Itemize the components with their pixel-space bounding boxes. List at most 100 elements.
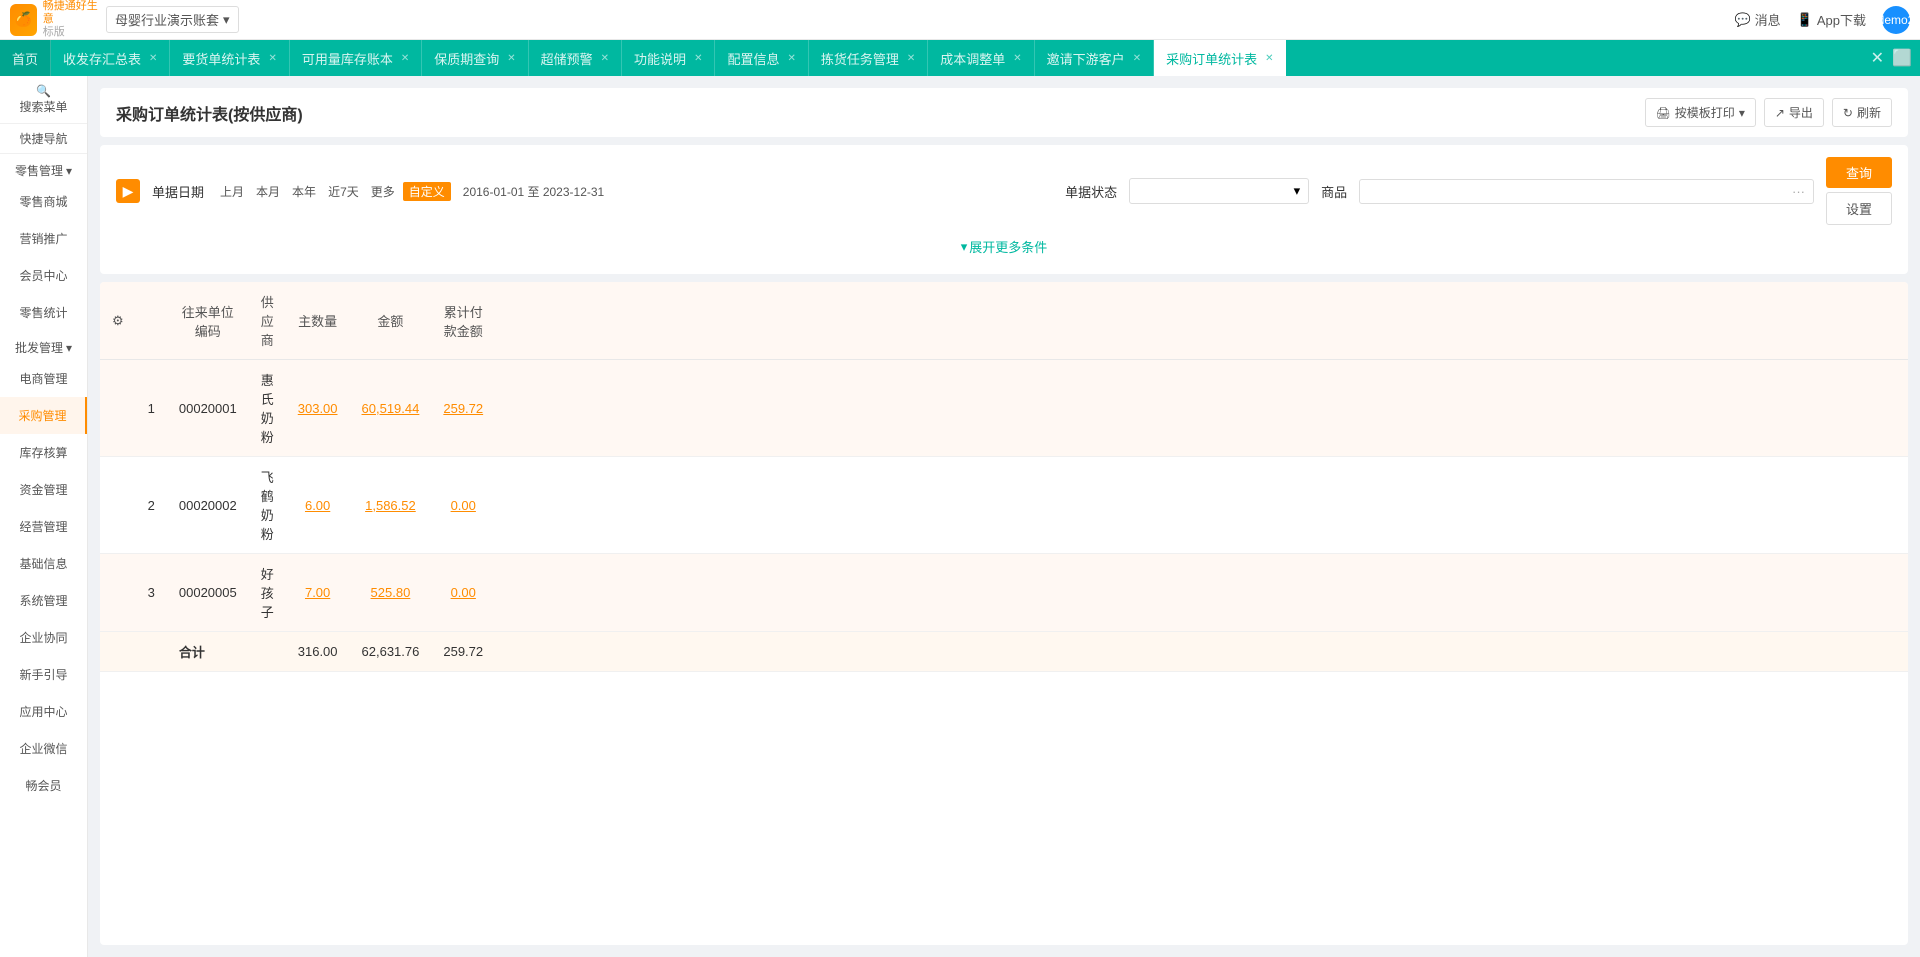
cumulative-paid: 0.00 — [431, 554, 495, 632]
tab-config-info[interactable]: 配置信息 ✕ — [715, 40, 808, 76]
sidebar-item-member-vip[interactable]: 畅会员 — [0, 767, 87, 804]
status-filter-select[interactable]: ▾ — [1129, 178, 1309, 204]
avatar[interactable]: demo2 — [1882, 6, 1910, 34]
row-num: 3 — [136, 554, 167, 632]
tab-receive-summary[interactable]: 收发存汇总表 ✕ — [51, 40, 170, 76]
col-settings: ⚙ — [100, 282, 136, 360]
sidebar-item-quick-nav[interactable]: 快捷导航 — [0, 124, 87, 154]
close-icon[interactable]: ✕ — [601, 53, 609, 64]
close-icon[interactable]: ✕ — [694, 53, 702, 64]
tab-invite-downstream[interactable]: 邀请下游客户 ✕ — [1035, 40, 1154, 76]
close-icon[interactable]: ✕ — [401, 53, 409, 64]
tab-warranty[interactable]: 保质期查询 ✕ — [422, 40, 528, 76]
table-body: 1 00020001 惠氏奶粉 303.00 60,519.44 259.72 — [100, 360, 1908, 632]
download-icon: 📱 — [1797, 12, 1813, 28]
sidebar-item-marketing[interactable]: 营销推广 — [0, 220, 87, 257]
close-icon[interactable]: ✕ — [507, 53, 515, 64]
table-row: 3 00020005 好孩子 7.00 525.80 0.00 — [100, 554, 1908, 632]
goods-filter-input[interactable]: ··· — [1359, 179, 1814, 204]
main-qty: 7.00 — [286, 554, 350, 632]
refresh-icon: ↻ — [1843, 106, 1853, 120]
close-icon[interactable]: ✕ — [149, 53, 157, 64]
messages-btn[interactable]: 💬 消息 — [1734, 10, 1780, 29]
date-shortcut-more[interactable]: 更多 — [367, 182, 399, 201]
footer-total-label: 合计 — [167, 632, 286, 672]
sidebar-item-member-center[interactable]: 会员中心 — [0, 257, 87, 294]
main-qty: 6.00 — [286, 457, 350, 554]
sidebar-item-retail-store[interactable]: 零售商城 — [0, 183, 87, 220]
export-button[interactable]: ↗ 导出 — [1764, 98, 1824, 127]
cumulative-paid: 259.72 — [431, 360, 495, 457]
close-tab-icon[interactable]: ✕ — [1871, 48, 1884, 68]
filter-toggle-btn[interactable]: ▶ — [116, 179, 140, 203]
close-icon[interactable]: ✕ — [907, 53, 915, 64]
page-title: 采购订单统计表(按供应商) — [116, 101, 303, 125]
sidebar-item-purchase-mgmt[interactable]: 采购管理 — [0, 397, 87, 434]
chevron-down-icon: ▾ — [66, 164, 72, 178]
data-table: ⚙ 往来单位编码 供应商 主数量 金额 累计付款金额 — [100, 282, 1908, 672]
workspace-selector[interactable]: 母婴行业演示账套 ▾ — [106, 6, 239, 33]
tab-pick-task[interactable]: 拣货任务管理 ✕ — [809, 40, 928, 76]
date-shortcut-this-month[interactable]: 本月 — [252, 182, 284, 201]
message-icon: 💬 — [1734, 12, 1750, 28]
close-icon[interactable]: ✕ — [268, 53, 276, 64]
footer-total-amount: 62,631.76 — [350, 632, 432, 672]
close-icon[interactable]: ✕ — [1265, 53, 1273, 64]
sidebar-item-enterprise-collab[interactable]: 企业协同 — [0, 619, 87, 656]
expand-conditions-btn[interactable]: ▾ 展开更多条件 — [961, 231, 1048, 262]
app-download-btn[interactable]: 📱 App下载 — [1797, 10, 1866, 29]
settings-icon[interactable]: ⚙ — [112, 313, 124, 328]
tab-purchase-summary[interactable]: 采购订单统计表 ✕ — [1154, 40, 1286, 76]
print-button[interactable]: 🖨 按模板打印 ▾ — [1645, 98, 1756, 127]
top-bar-left: 🍊 畅捷通好生意 标版 母婴行业演示账套 ▾ — [10, 0, 239, 39]
sidebar-item-new-guide[interactable]: 新手引导 — [0, 656, 87, 693]
date-custom-tag[interactable]: 自定义 — [403, 182, 451, 201]
amount: 1,586.52 — [350, 457, 432, 554]
row-settings — [100, 457, 136, 554]
date-shortcut-last-month[interactable]: 上月 — [216, 182, 248, 201]
page-header: 采购订单统计表(按供应商) 🖨 按模板打印 ▾ ↗ 导出 ↻ — [100, 88, 1908, 137]
row-num: 2 — [136, 457, 167, 554]
footer-total-paid: 259.72 — [431, 632, 495, 672]
date-range-display: 2016-01-01 至 2023-12-31 — [463, 183, 604, 200]
expand-row: ▾ 展开更多条件 — [116, 231, 1892, 262]
sidebar-item-enterprise-wechat[interactable]: 企业微信 — [0, 730, 87, 767]
sidebar-item-inventory-check[interactable]: 库存核算 — [0, 434, 87, 471]
maximize-icon[interactable]: ⬜ — [1892, 48, 1912, 68]
query-button[interactable]: 查询 — [1826, 157, 1892, 188]
print-icon: 🖨 — [1656, 106, 1671, 120]
date-shortcut-7days[interactable]: 近7天 — [324, 182, 363, 201]
sidebar-item-operations-mgmt[interactable]: 经营管理 — [0, 508, 87, 545]
sidebar-item-wholesale-mgmt[interactable]: 批发管理 ▾ — [0, 331, 87, 360]
amount: 525.80 — [350, 554, 432, 632]
logo-area: 🍊 畅捷通好生意 标版 — [10, 0, 98, 39]
tab-function-desc[interactable]: 功能说明 ✕ — [622, 40, 715, 76]
sidebar-item-app-center[interactable]: 应用中心 — [0, 693, 87, 730]
settings-button[interactable]: 设置 — [1826, 192, 1892, 225]
tab-available-stock[interactable]: 可用量库存账本 ✕ — [290, 40, 422, 76]
export-icon: ↗ — [1775, 106, 1785, 120]
logo-text: 畅捷通好生意 标版 — [43, 0, 98, 39]
nav-tabs-actions: ✕ ⬜ — [1863, 48, 1920, 68]
supplier: 惠氏奶粉 — [249, 360, 286, 457]
refresh-button[interactable]: ↻ 刷新 — [1832, 98, 1892, 127]
close-icon[interactable]: ✕ — [787, 53, 795, 64]
tab-overstock[interactable]: 超储预警 ✕ — [529, 40, 622, 76]
date-shortcut-this-year[interactable]: 本年 — [288, 182, 320, 201]
tab-goods-summary[interactable]: 要货单统计表 ✕ — [170, 40, 289, 76]
tab-cost-adjust[interactable]: 成本调整单 ✕ — [928, 40, 1034, 76]
tab-home[interactable]: 首页 — [0, 40, 51, 76]
sidebar-item-search[interactable]: 🔍 搜索菜单 — [0, 76, 87, 124]
sidebar: 🔍 搜索菜单 快捷导航 零售管理 ▾ 零售商城 营销推广 会员中心 零售统计 — [0, 76, 88, 957]
close-icon[interactable]: ✕ — [1133, 53, 1141, 64]
sidebar-item-system-mgmt[interactable]: 系统管理 — [0, 582, 87, 619]
sidebar-item-basic-info[interactable]: 基础信息 — [0, 545, 87, 582]
sidebar-item-ecommerce-mgmt[interactable]: 电商管理 — [0, 360, 87, 397]
close-icon[interactable]: ✕ — [1013, 53, 1021, 64]
sidebar-item-retail-stats[interactable]: 零售统计 — [0, 294, 87, 331]
page-content: 采购订单统计表(按供应商) 🖨 按模板打印 ▾ ↗ 导出 ↻ — [88, 76, 1920, 957]
sidebar-item-retail-mgmt[interactable]: 零售管理 ▾ — [0, 154, 87, 183]
sidebar-item-finance-mgmt[interactable]: 资金管理 — [0, 471, 87, 508]
chevron-down-icon: ▾ — [1739, 106, 1745, 120]
col-cumulative-paid: 累计付款金额 — [431, 282, 495, 360]
